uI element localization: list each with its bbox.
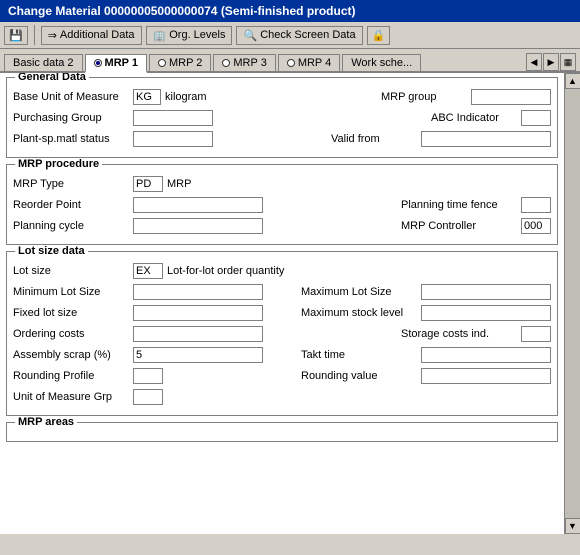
rounding-profile-label: Rounding Profile (13, 370, 133, 382)
storage-costs-input[interactable] (521, 326, 551, 342)
unit-of-measure-grp-label: Unit of Measure Grp (13, 391, 133, 403)
general-data-section: General Data Base Unit of Measure kilogr… (6, 77, 558, 158)
tab-mrp-2-radio (158, 59, 166, 67)
lot-size-data-section: Lot size data Lot size Lot-for-lot order… (6, 251, 558, 416)
general-data-title: General Data (15, 73, 89, 83)
save-button[interactable]: 💾 (4, 26, 28, 45)
lot-size-text: Lot-for-lot order quantity (167, 265, 284, 277)
assembly-scrap-input[interactable] (133, 347, 263, 363)
rounding-value-label: Rounding value (301, 370, 421, 382)
fixed-lot-size-label: Fixed lot size (13, 307, 133, 319)
abc-indicator-label: ABC Indicator (431, 112, 521, 124)
scrollbar: ▲ ▼ (564, 73, 580, 534)
lock-icon: 🔒 (372, 29, 386, 42)
title-bar: Change Material 00000005000000074 (Semi-… (0, 0, 580, 22)
tab-next-button[interactable]: ▶ (543, 53, 559, 71)
planning-time-fence-label: Planning time fence (401, 199, 521, 211)
max-lot-size-input[interactable] (421, 284, 551, 300)
fixed-lot-size-input[interactable] (133, 305, 263, 321)
lock-button[interactable]: 🔒 (367, 26, 391, 45)
org-levels-button[interactable]: 🏢 Org. Levels (146, 26, 233, 45)
scroll-down-button[interactable]: ▼ (565, 518, 580, 534)
min-lot-size-label: Minimum Lot Size (13, 286, 133, 298)
tab-work-sche[interactable]: Work sche... (342, 54, 421, 71)
tabs-bar: Basic data 2 MRP 1 MRP 2 MRP 3 MRP 4 Wor… (0, 49, 580, 73)
additional-data-button[interactable]: ⇒ Additional Data (41, 26, 142, 45)
tab-mrp-3-radio (222, 59, 230, 67)
ordering-costs-input[interactable] (133, 326, 263, 342)
tab-mrp-1-radio (94, 59, 102, 67)
reorder-point-label: Reorder Point (13, 199, 133, 211)
rounding-value-input[interactable] (421, 368, 551, 384)
takt-time-label: Takt time (301, 349, 421, 361)
lot-size-input[interactable] (133, 263, 163, 279)
max-lot-size-label: Maximum Lot Size (301, 286, 421, 298)
check-screen-label: Check Screen Data (260, 29, 355, 41)
valid-from-input[interactable] (421, 131, 551, 147)
mrp-procedure-title: MRP procedure (15, 158, 102, 170)
mrp-controller-label: MRP Controller (401, 220, 521, 232)
scroll-track[interactable] (565, 89, 580, 518)
planning-cycle-label: Planning cycle (13, 220, 133, 232)
mrp-group-label: MRP group (381, 91, 471, 103)
tab-basic-data-2[interactable]: Basic data 2 (4, 54, 83, 71)
mrp-type-label: MRP Type (13, 178, 133, 190)
tab-list-button[interactable]: ▦ (560, 53, 576, 71)
base-unit-text: kilogram (165, 91, 207, 103)
toolbar: 💾 ⇒ Additional Data 🏢 Org. Levels 🔍 Chec… (0, 22, 580, 49)
org-icon: 🏢 (153, 29, 167, 42)
plant-sp-matl-label: Plant-sp.matl status (13, 133, 133, 145)
tab-mrp-2[interactable]: MRP 2 (149, 54, 211, 71)
lot-size-label: Lot size (13, 265, 133, 277)
scroll-up-button[interactable]: ▲ (565, 73, 580, 89)
arrow-icon: ⇒ (48, 29, 57, 42)
tab-mrp-4-radio (287, 59, 295, 67)
check-screen-button[interactable]: 🔍 Check Screen Data (236, 26, 362, 45)
unit-of-measure-grp-input[interactable] (133, 389, 163, 405)
base-unit-label: Base Unit of Measure (13, 91, 133, 103)
plant-sp-matl-input[interactable] (133, 131, 213, 147)
lot-size-data-title: Lot size data (15, 245, 88, 257)
max-stock-level-label: Maximum stock level (301, 307, 421, 319)
storage-costs-label: Storage costs ind. (401, 328, 521, 340)
save-icon: 💾 (9, 29, 23, 42)
rounding-profile-input[interactable] (133, 368, 163, 384)
tab-mrp-4[interactable]: MRP 4 (278, 54, 340, 71)
tab-mrp-3-label: MRP 3 (233, 57, 266, 69)
tab-work-sche-label: Work sche... (351, 57, 412, 69)
min-lot-size-input[interactable] (133, 284, 263, 300)
mrp-type-input[interactable] (133, 176, 163, 192)
tab-mrp-2-label: MRP 2 (169, 57, 202, 69)
mrp-areas-title: MRP areas (15, 416, 77, 428)
reorder-point-input[interactable] (133, 197, 263, 213)
mrp-areas-section: MRP areas (6, 422, 558, 442)
max-stock-level-input[interactable] (421, 305, 551, 321)
tab-mrp-3[interactable]: MRP 3 (213, 54, 275, 71)
additional-data-label: Additional Data (60, 29, 135, 41)
tab-mrp-1[interactable]: MRP 1 (85, 54, 147, 73)
planning-time-fence-input[interactable] (521, 197, 551, 213)
tab-navigation: ◀ ▶ ▦ (526, 53, 576, 71)
tab-mrp-4-label: MRP 4 (298, 57, 331, 69)
assembly-scrap-label: Assembly scrap (%) (13, 349, 133, 361)
ordering-costs-label: Ordering costs (13, 328, 133, 340)
tab-prev-button[interactable]: ◀ (526, 53, 542, 71)
org-levels-label: Org. Levels (169, 29, 225, 41)
planning-cycle-input[interactable] (133, 218, 263, 234)
title-text: Change Material 00000005000000074 (Semi-… (8, 4, 355, 18)
tab-basic-data-2-label: Basic data 2 (13, 57, 74, 69)
valid-from-label: Valid from (331, 133, 421, 145)
mrp-procedure-section: MRP procedure MRP Type MRP Reorder Point… (6, 164, 558, 245)
mrp-controller-input[interactable] (521, 218, 551, 234)
main-content: General Data Base Unit of Measure kilogr… (0, 73, 564, 534)
check-icon: 🔍 (243, 29, 257, 42)
base-unit-input[interactable] (133, 89, 161, 105)
mrp-type-text: MRP (167, 178, 191, 190)
purchasing-group-input[interactable] (133, 110, 213, 126)
abc-indicator-input[interactable] (521, 110, 551, 126)
takt-time-input[interactable] (421, 347, 551, 363)
tab-mrp-1-label: MRP 1 (105, 57, 138, 69)
purchasing-group-label: Purchasing Group (13, 112, 133, 124)
mrp-group-input[interactable] (471, 89, 551, 105)
